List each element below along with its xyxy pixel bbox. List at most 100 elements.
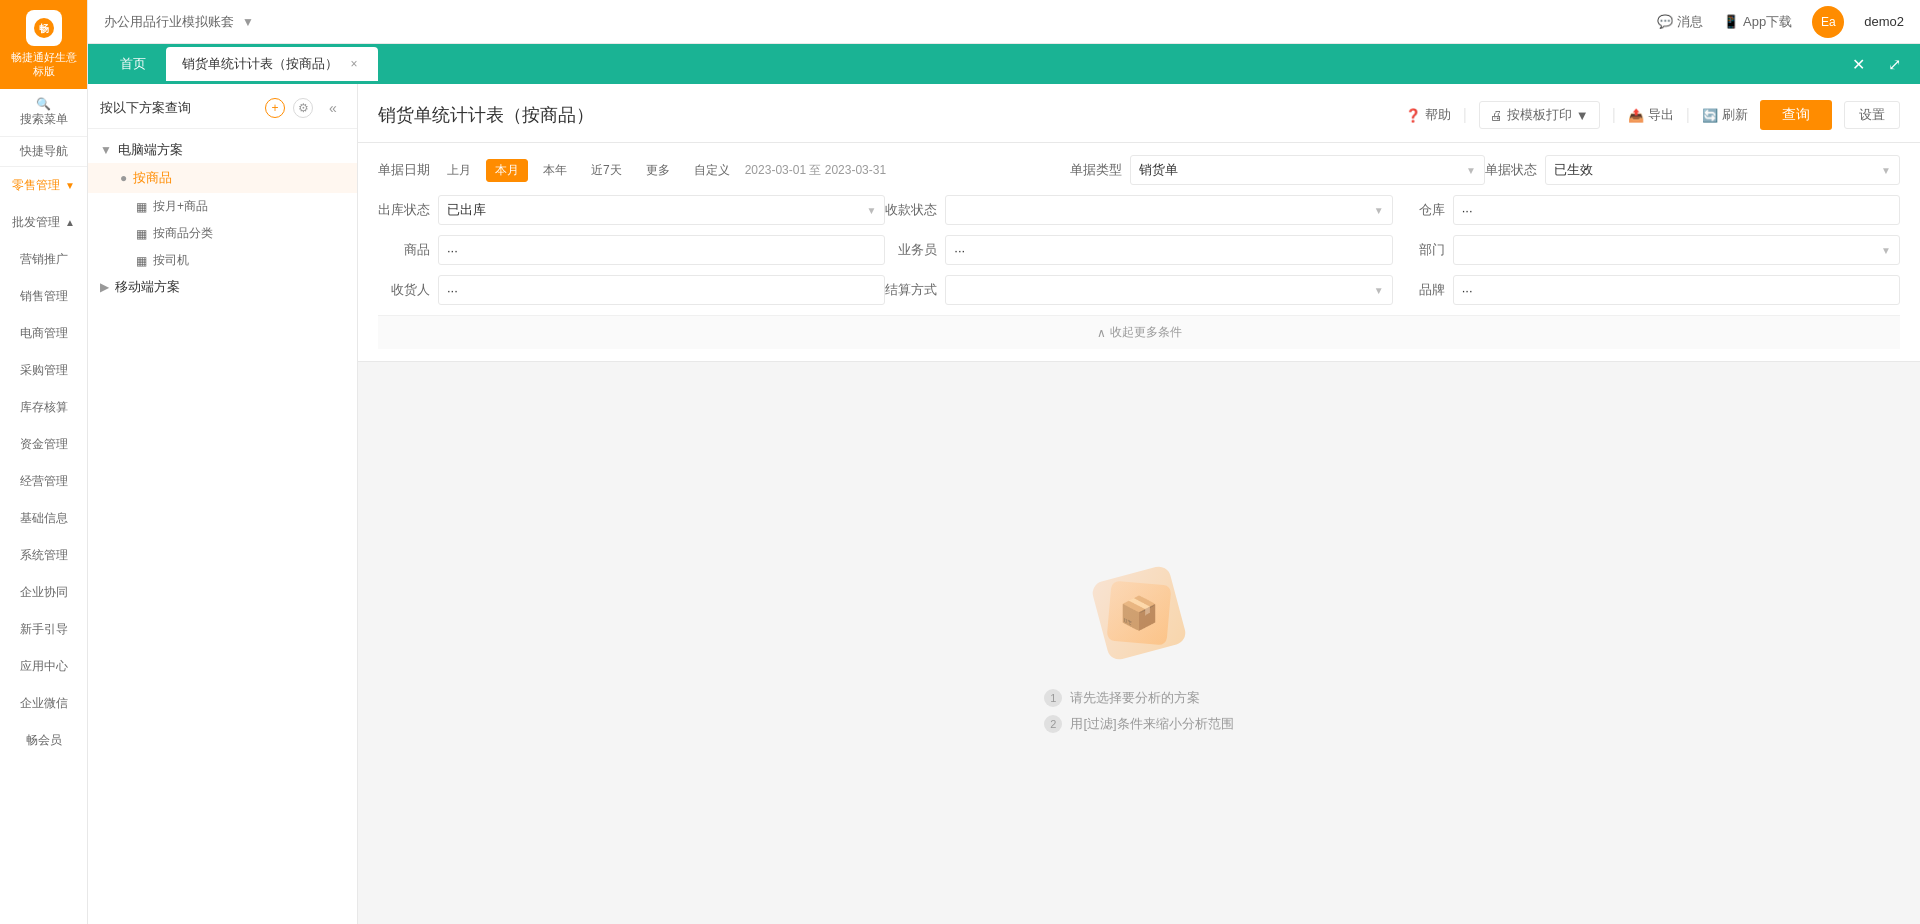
tree-group-desktop[interactable]: ▼ 电脑端方案 bbox=[88, 137, 357, 163]
sidebar-item-label: 采购管理 bbox=[20, 362, 68, 379]
message-action[interactable]: 💬 消息 bbox=[1657, 13, 1703, 31]
product-input[interactable]: ··· bbox=[438, 235, 885, 265]
add-scheme-button[interactable]: + bbox=[265, 98, 285, 118]
doc-status-select[interactable]: 已生效 ▼ bbox=[1545, 155, 1900, 185]
sidebar-item-guide[interactable]: 新手引导 bbox=[0, 611, 87, 648]
sidebar-item-operations[interactable]: 经营管理 bbox=[0, 463, 87, 500]
date-btn-7days[interactable]: 近7天 bbox=[582, 159, 631, 182]
sidebar-item-sales[interactable]: 销售管理 bbox=[0, 278, 87, 315]
separator3: | bbox=[1686, 106, 1690, 124]
warehouse-input[interactable]: ··· bbox=[1453, 195, 1900, 225]
doc-type-select[interactable]: 销货单 ▼ bbox=[1130, 155, 1485, 185]
quick-nav-label: 快捷导航 bbox=[20, 144, 68, 158]
left-panel-header: 按以下方案查询 + ⚙ « bbox=[88, 84, 357, 129]
export-button[interactable]: 📤 导出 bbox=[1628, 106, 1674, 124]
tree-toggle-icon: ▶ bbox=[100, 280, 109, 294]
tabbar: 首页 销货单统计计表（按商品） × ✕ ⤢ bbox=[88, 44, 1920, 84]
tab-close-button[interactable]: × bbox=[346, 56, 362, 72]
collapse-label: 收起更多条件 bbox=[1110, 324, 1182, 341]
sidebar-item-enterprise[interactable]: 企业协同 bbox=[0, 574, 87, 611]
receipt-status-label: 收款状态 bbox=[885, 201, 937, 219]
page-header-top: 销货单统计计表（按商品） ❓ 帮助 | 🖨 按模板打印 ▼ | bbox=[378, 100, 1900, 130]
sidebar-item-system[interactable]: 系统管理 bbox=[0, 537, 87, 574]
sidebar-item-label: 企业微信 bbox=[20, 695, 68, 712]
sidebar-item-retail[interactable]: 零售管理 ▼ bbox=[0, 167, 87, 204]
date-btn-last-month[interactable]: 上月 bbox=[438, 159, 480, 182]
sidebar-item-basic[interactable]: 基础信息 bbox=[0, 500, 87, 537]
recipient-input[interactable]: ··· bbox=[438, 275, 885, 305]
date-btn-custom[interactable]: 自定义 bbox=[685, 159, 739, 182]
sidebar-item-purchase[interactable]: 采购管理 bbox=[0, 352, 87, 389]
sidebar-item-ecommerce[interactable]: 电商管理 bbox=[0, 315, 87, 352]
sidebar-item-label: 应用中心 bbox=[20, 658, 68, 675]
settings-scheme-button[interactable]: ⚙ bbox=[293, 98, 313, 118]
tab-home[interactable]: 首页 bbox=[104, 47, 162, 81]
breadcrumb-dropdown-icon[interactable]: ▼ bbox=[242, 15, 254, 29]
chevron-down-icon: ▼ bbox=[1881, 245, 1891, 256]
empty-illustration: 📦 bbox=[1079, 553, 1199, 673]
refresh-button[interactable]: 🔄 刷新 bbox=[1702, 106, 1748, 124]
user-avatar[interactable]: Ea bbox=[1812, 6, 1844, 38]
sidebar-item-apps[interactable]: 应用中心 bbox=[0, 648, 87, 685]
sidebar-item-inventory[interactable]: 库存核算 bbox=[0, 389, 87, 426]
sidebar-item-finance[interactable]: 资金管理 bbox=[0, 426, 87, 463]
scheme-icon: ● bbox=[120, 171, 127, 185]
date-btn-this-month[interactable]: 本月 bbox=[486, 159, 528, 182]
query-button[interactable]: 查询 bbox=[1760, 100, 1832, 130]
logo-area[interactable]: 畅 畅捷通好生意 标版 bbox=[0, 0, 87, 89]
tree-subitem-by-category[interactable]: ▦ 按商品分类 bbox=[88, 220, 357, 247]
sidebar-quick-nav[interactable]: 快捷导航 bbox=[0, 137, 87, 167]
separator: | bbox=[1463, 106, 1467, 124]
topbar: 办公用品行业模拟账套 ▼ 💬 消息 📱 App下载 Ea demo2 bbox=[88, 0, 1920, 44]
tree-group-mobile[interactable]: ▶ 移动端方案 bbox=[88, 274, 357, 300]
tree-item-by-product[interactable]: ● 按商品 bbox=[88, 163, 357, 193]
warehouse-dots: ··· bbox=[1462, 203, 1473, 218]
left-panel-title: 按以下方案查询 bbox=[100, 99, 257, 117]
sidebar-search-label: 搜索菜单 bbox=[0, 111, 87, 128]
sidebar-item-wholesale[interactable]: 批发管理 ▲ bbox=[0, 204, 87, 241]
window-close-button[interactable]: ✕ bbox=[1844, 50, 1872, 78]
page-actions: ❓ 帮助 | 🖨 按模板打印 ▼ | 📤 导出 bbox=[1405, 100, 1900, 130]
help-button[interactable]: ❓ 帮助 bbox=[1405, 106, 1451, 124]
tab-active[interactable]: 销货单统计计表（按商品） × bbox=[166, 47, 378, 81]
payment-method-select[interactable]: ▼ bbox=[945, 275, 1392, 305]
collapse-bar[interactable]: ∧ 收起更多条件 bbox=[378, 315, 1900, 349]
date-btn-more[interactable]: 更多 bbox=[637, 159, 679, 182]
date-label: 单据日期 bbox=[378, 161, 430, 179]
chevron-down-icon: ▼ bbox=[866, 205, 876, 216]
chevron-up-icon: ∧ bbox=[1097, 326, 1106, 340]
sidebar-search[interactable]: 🔍 搜索菜单 bbox=[0, 89, 87, 137]
out-status-select[interactable]: 已出库 ▼ bbox=[438, 195, 885, 225]
sidebar-item-label: 销售管理 bbox=[20, 288, 68, 305]
tree-subitem-by-cashier[interactable]: ▦ 按司机 bbox=[88, 247, 357, 274]
sidebar-item-marketing[interactable]: 营销推广 bbox=[0, 241, 87, 278]
brand-input[interactable]: ··· bbox=[1453, 275, 1900, 305]
filter-brand: 品牌 ··· bbox=[1393, 275, 1900, 305]
sidebar-item-vip[interactable]: 畅会员 bbox=[0, 722, 87, 759]
settings-button[interactable]: 设置 bbox=[1844, 101, 1900, 129]
sidebar-item-label: 电商管理 bbox=[20, 325, 68, 342]
content-area: 按以下方案查询 + ⚙ « ▼ 电脑端方案 ● 按商品 ▦ 按月+商品 bbox=[88, 84, 1920, 924]
template-print-button[interactable]: 🖨 按模板打印 ▼ bbox=[1479, 101, 1600, 129]
template-print-label: 按模板打印 bbox=[1507, 106, 1572, 124]
salesperson-input[interactable]: ··· bbox=[945, 235, 1392, 265]
user-name[interactable]: demo2 bbox=[1864, 14, 1904, 29]
sidebar-item-wechat[interactable]: 企业微信 bbox=[0, 685, 87, 722]
window-maximize-button[interactable]: ⤢ bbox=[1880, 50, 1908, 78]
page-title: 销货单统计计表（按商品） bbox=[378, 103, 594, 127]
print-icon: 🖨 bbox=[1490, 108, 1503, 123]
app-download-action[interactable]: 📱 App下载 bbox=[1723, 13, 1792, 31]
empty-face-icon: 📦 bbox=[1119, 594, 1159, 632]
tree-group-mobile-label: 移动端方案 bbox=[115, 278, 180, 296]
date-btn-this-year[interactable]: 本年 bbox=[534, 159, 576, 182]
doc-type-label: 单据类型 bbox=[1070, 161, 1122, 179]
hint-num-2: 2 bbox=[1044, 715, 1062, 733]
collapse-panel-button[interactable]: « bbox=[321, 96, 345, 120]
download-icon: 📱 bbox=[1723, 14, 1739, 29]
tree-subitem-by-month-product[interactable]: ▦ 按月+商品 bbox=[88, 193, 357, 220]
filter-recipient: 收货人 ··· bbox=[378, 275, 885, 305]
empty-hints: 1 请先选择要分析的方案 2 用[过滤]条件来缩小分析范围 bbox=[1044, 689, 1233, 733]
filter-warehouse: 仓库 ··· bbox=[1393, 195, 1900, 225]
dept-select[interactable]: ▼ bbox=[1453, 235, 1900, 265]
receipt-status-select[interactable]: ▼ bbox=[945, 195, 1392, 225]
